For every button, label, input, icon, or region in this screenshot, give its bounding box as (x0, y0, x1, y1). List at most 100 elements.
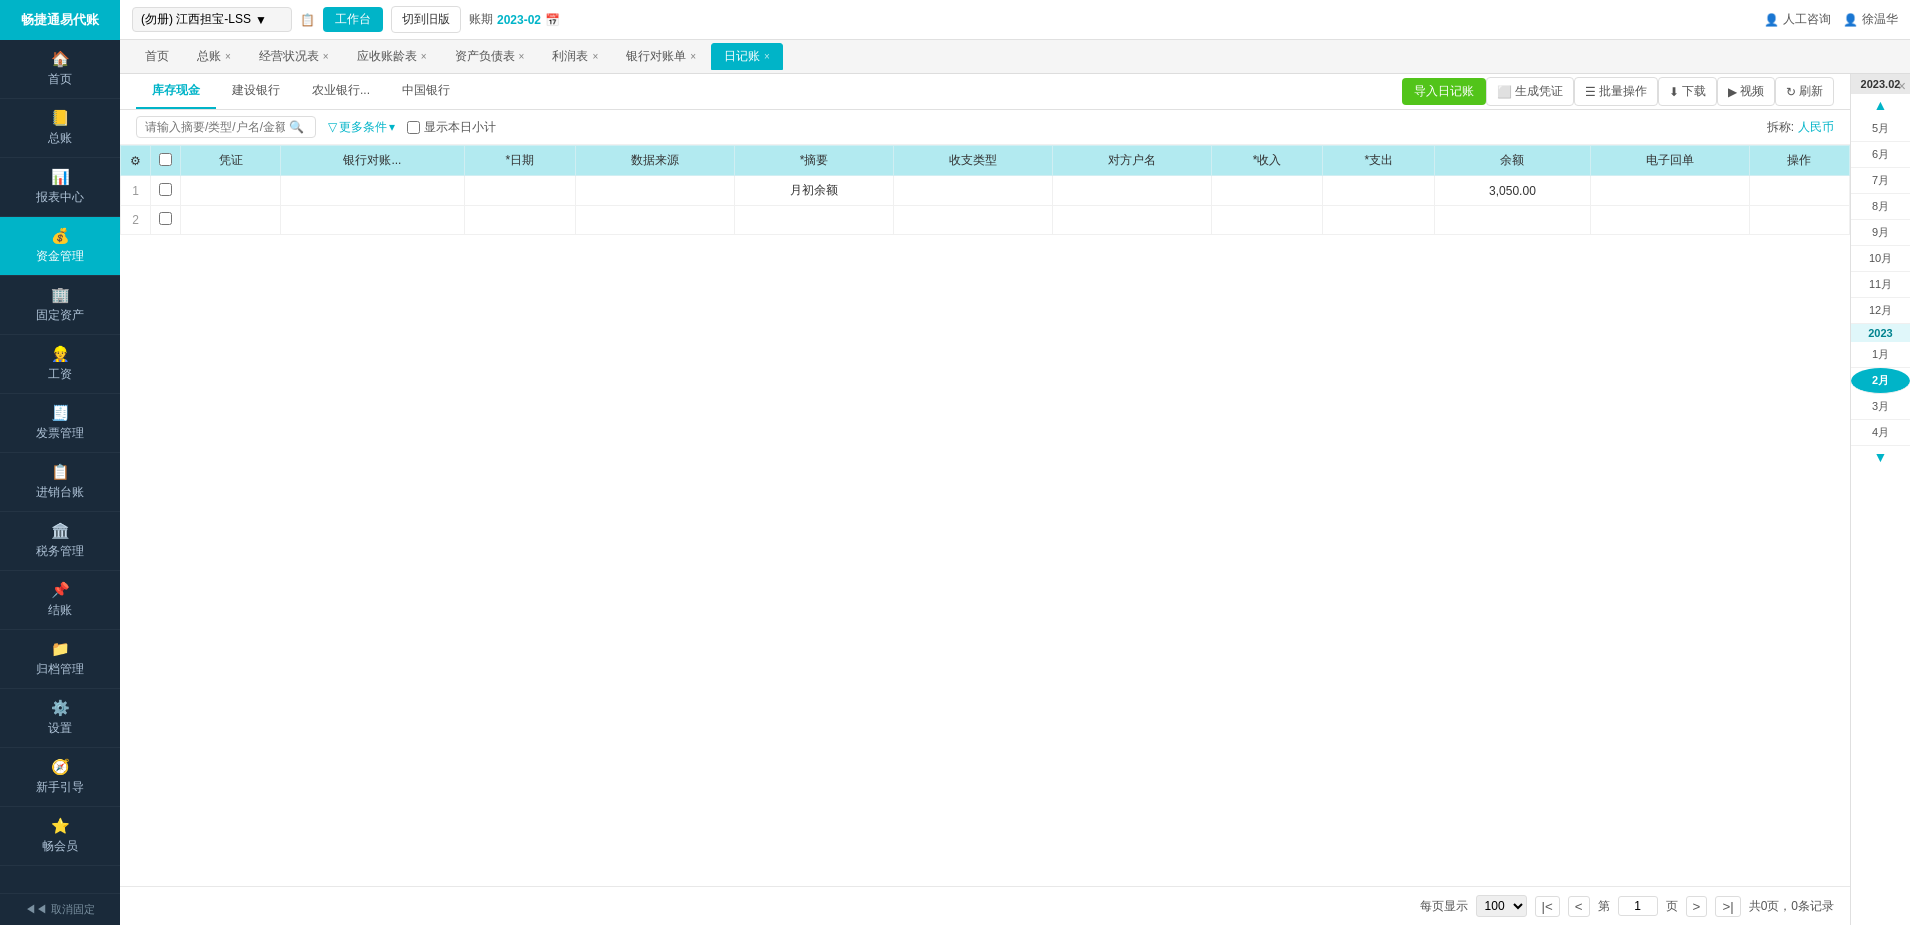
tab-general-ledger-label: 总账 (197, 48, 221, 65)
sidebar-item-finance-label: 资金管理 (36, 248, 84, 265)
sub-tab-ccb[interactable]: 建设银行 (216, 74, 296, 109)
download-button[interactable]: ⬇ 下载 (1658, 77, 1717, 106)
tab-operation-status-close[interactable]: × (323, 51, 329, 62)
date-month-10[interactable]: 10月 (1851, 246, 1910, 272)
date-month-7[interactable]: 7月 (1851, 168, 1910, 194)
sidebar-item-salary-label: 工资 (48, 366, 72, 383)
sidebar-item-purchase-sales[interactable]: 📋 进销台账 (0, 453, 120, 512)
date-month-4[interactable]: 4月 (1851, 420, 1910, 446)
sidebar-item-archive[interactable]: 📁 归档管理 (0, 630, 120, 689)
sidebar-item-member[interactable]: ⭐ 畅会员 (0, 807, 120, 866)
settings-icon: ⚙️ (51, 699, 70, 717)
col-checkbox[interactable] (151, 146, 181, 176)
date-month-2[interactable]: 2月 (1851, 368, 1910, 394)
tab-general-ledger-close[interactable]: × (225, 51, 231, 62)
date-month-8[interactable]: 8月 (1851, 194, 1910, 220)
tab-ar-aging[interactable]: 应收账龄表 × (344, 43, 440, 70)
search-icon[interactable]: 🔍 (289, 120, 304, 134)
sub-tab-cash[interactable]: 库存现金 (136, 74, 216, 109)
year-2023-label[interactable]: 2023 (1851, 324, 1910, 342)
sidebar-item-finance[interactable]: 💰 资金管理 (0, 217, 120, 276)
page-label-post: 页 (1666, 898, 1678, 915)
tab-general-ledger[interactable]: 总账 × (184, 43, 244, 70)
date-scroll-down-btn[interactable]: ▼ (1851, 446, 1910, 468)
assets-icon: 🏢 (51, 286, 70, 304)
tab-bank-statement[interactable]: 银行对账单 × (613, 43, 709, 70)
page-size-select[interactable]: 100 50 200 (1476, 895, 1527, 917)
row2-type (894, 206, 1053, 235)
tab-profit-close[interactable]: × (592, 51, 598, 62)
sidebar-item-closeaccount[interactable]: 📌 结账 (0, 571, 120, 630)
sidebar-item-home[interactable]: 🏠 首页 (0, 40, 120, 99)
tab-balance-sheet[interactable]: 资产负债表 × (442, 43, 538, 70)
date-month-12[interactable]: 12月 (1851, 298, 1910, 324)
sidebar-item-settings[interactable]: ⚙️ 设置 (0, 689, 120, 748)
unpin-btn[interactable]: ◀◀ 取消固定 (0, 893, 120, 925)
date-month-9[interactable]: 9月 (1851, 220, 1910, 246)
copy-icon[interactable]: 📋 (300, 13, 315, 27)
guide-icon: 🧭 (51, 758, 70, 776)
workspace-button[interactable]: 工作台 (323, 7, 383, 32)
sub-tab-boc[interactable]: 中国银行 (386, 74, 466, 109)
col-counterpart: 对方户名 (1052, 146, 1211, 176)
support-icon: 👤 (1764, 13, 1779, 27)
col-settings[interactable]: ⚙ (121, 146, 151, 176)
sidebar-item-purchase-sales-label: 进销台账 (36, 484, 84, 501)
row1-checkbox[interactable] (151, 176, 181, 206)
tab-balance-sheet-close[interactable]: × (519, 51, 525, 62)
page-label-pre: 第 (1598, 898, 1610, 915)
page-number-input[interactable] (1618, 896, 1658, 916)
last-page-btn[interactable]: >| (1715, 896, 1740, 917)
tab-ar-aging-close[interactable]: × (421, 51, 427, 62)
date-month-1[interactable]: 1月 (1851, 342, 1910, 368)
video-icon: ▶ (1728, 85, 1737, 99)
batch-op-button[interactable]: ☰ 批量操作 (1574, 77, 1658, 106)
date-panel-close-btn[interactable]: × (1898, 78, 1906, 94)
date-panel: 2023.02 × ▲ 5月 6月 7月 8月 9月 10月 (1850, 74, 1910, 925)
show-daily-checkbox[interactable] (407, 121, 420, 134)
select-all-checkbox[interactable] (159, 153, 172, 166)
import-journal-button[interactable]: 导入日记账 (1402, 78, 1486, 105)
show-daily-checkbox-wrap[interactable]: 显示本日小计 (407, 119, 496, 136)
refresh-button[interactable]: ↻ 刷新 (1775, 77, 1834, 106)
sidebar-item-salary[interactable]: 👷 工资 (0, 335, 120, 394)
tab-home[interactable]: 首页 (132, 43, 182, 70)
sidebar-item-reports[interactable]: 📊 报表中心 (0, 158, 120, 217)
tab-operation-status[interactable]: 经营状况表 × (246, 43, 342, 70)
tab-profit[interactable]: 利润表 × (539, 43, 611, 70)
sidebar-item-ledger[interactable]: 📒 总账 (0, 99, 120, 158)
user-area[interactable]: 👤 徐温华 (1843, 11, 1898, 28)
support-area[interactable]: 👤 人工咨询 (1764, 11, 1831, 28)
page-size-label: 每页显示 (1420, 898, 1468, 915)
tab-bank-statement-close[interactable]: × (690, 51, 696, 62)
calendar-icon[interactable]: 📅 (545, 13, 560, 27)
sidebar-item-guide[interactable]: 🧭 新手引导 (0, 748, 120, 807)
more-filter-label: 更多条件 (339, 119, 387, 136)
tab-journal-close[interactable]: × (764, 51, 770, 62)
video-button[interactable]: ▶ 视频 (1717, 77, 1775, 106)
switch-button[interactable]: 切到旧版 (391, 6, 461, 33)
more-filter-btn[interactable]: ▽ 更多条件 ▾ (328, 119, 395, 136)
tab-balance-sheet-label: 资产负债表 (455, 48, 515, 65)
date-month-3[interactable]: 3月 (1851, 394, 1910, 420)
tab-journal[interactable]: 日记账 × (711, 43, 783, 70)
sidebar-item-assets[interactable]: 🏢 固定资产 (0, 276, 120, 335)
generate-voucher-button[interactable]: ⬜ 生成凭证 (1486, 77, 1574, 106)
sidebar-item-tax[interactable]: 🏛️ 税务管理 (0, 512, 120, 571)
sub-tab-abc[interactable]: 农业银行... (296, 74, 386, 109)
date-scroll-up-btn[interactable]: ▲ (1851, 94, 1910, 116)
search-input[interactable] (145, 120, 285, 134)
tab-bar: 首页 总账 × 经营状况表 × 应收账龄表 × 资产负债表 × 利润表 × 银行… (120, 40, 1910, 74)
prev-page-btn[interactable]: < (1568, 896, 1590, 917)
sidebar-item-invoice[interactable]: 🧾 发票管理 (0, 394, 120, 453)
date-month-6[interactable]: 6月 (1851, 142, 1910, 168)
sidebar-item-invoice-label: 发票管理 (36, 425, 84, 442)
row2-checkbox[interactable] (151, 206, 181, 235)
batch-op-label: 批量操作 (1599, 83, 1647, 100)
next-page-btn[interactable]: > (1686, 896, 1708, 917)
first-page-btn[interactable]: |< (1535, 896, 1560, 917)
date-month-11[interactable]: 11月 (1851, 272, 1910, 298)
sub-tabbar: 库存现金 建设银行 农业银行... 中国银行 导入日记账 ⬜ 生成凭证 (120, 74, 1850, 110)
date-month-5[interactable]: 5月 (1851, 116, 1910, 142)
company-selector[interactable]: (勿册) 江西担宝-LSS ▼ (132, 7, 292, 32)
